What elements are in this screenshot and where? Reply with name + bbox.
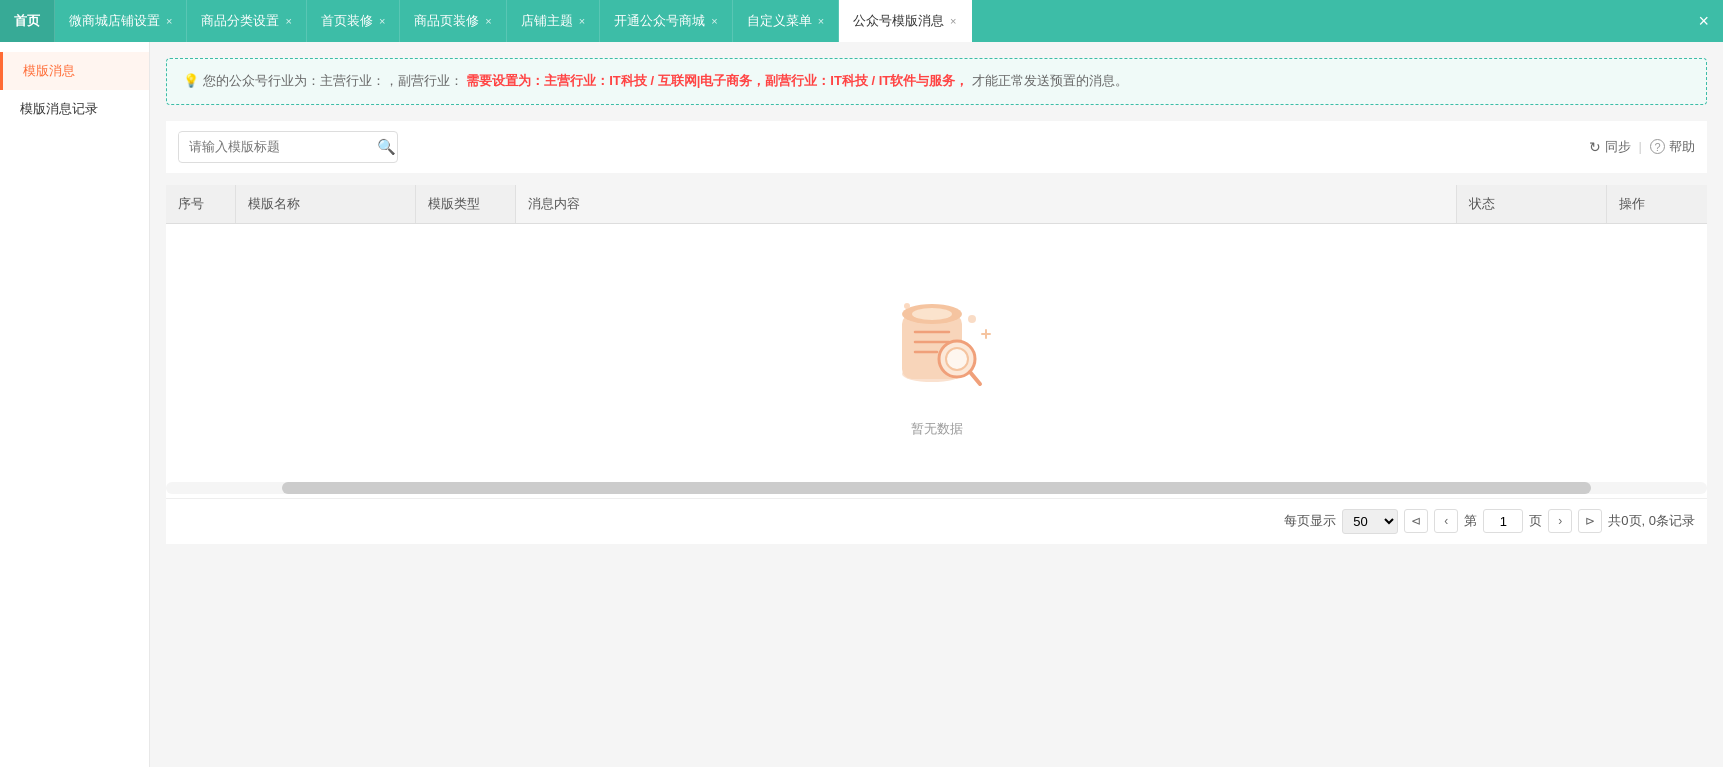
help-button[interactable]: ? 帮助 (1650, 138, 1695, 156)
nav-tab-homepage-decor[interactable]: 首页装修 × (307, 0, 400, 42)
svg-line-9 (970, 372, 980, 384)
nav-tab-product-label: 商品页装修 (414, 12, 479, 30)
empty-state: 暂无数据 (166, 224, 1707, 478)
page-label-after: 页 (1529, 512, 1542, 530)
sidebar-item-template-msg[interactable]: 模版消息 (0, 52, 149, 90)
next-page-icon: › (1558, 514, 1562, 528)
notice-text-after: 才能正常发送预置的消息。 (972, 73, 1128, 88)
prev-page-button[interactable]: ‹ (1434, 509, 1458, 533)
nav-tab-template-message[interactable]: 公众号模版消息 × (839, 0, 971, 42)
horizontal-scrollbar[interactable] (166, 482, 1707, 494)
nav-tab-home-label: 首页 (14, 12, 40, 30)
nav-tab-shop-settings[interactable]: 微商城店铺设置 × (55, 0, 187, 42)
nav-tab-category-settings[interactable]: 商品分类设置 × (187, 0, 306, 42)
close-wechat-shop-icon[interactable]: × (711, 15, 717, 27)
last-page-button[interactable]: ⊳ (1578, 509, 1602, 533)
total-info: 共0页, 0条记录 (1608, 512, 1695, 530)
help-label: 帮助 (1669, 138, 1695, 156)
divider: | (1639, 139, 1642, 154)
th-content: 消息内容 (516, 185, 1457, 223)
close-template-message-icon[interactable]: × (950, 15, 956, 27)
empty-text: 暂无数据 (911, 420, 963, 438)
sync-label: 同步 (1605, 138, 1631, 156)
nav-tab-category-label: 商品分类设置 (201, 12, 279, 30)
th-name: 模版名称 (236, 185, 416, 223)
empty-illustration (877, 284, 997, 404)
page-size-label: 每页显示 (1284, 512, 1336, 530)
notice-text-before: 您的公众号行业为：主营行业：，副营行业： (203, 73, 463, 88)
notice-highlight: 需要设置为：主营行业：IT科技 / 互联网|电子商务，副营行业：IT科技 / I… (466, 73, 968, 88)
search-bar: 🔍 ↻ 同步 | ? 帮助 (166, 121, 1707, 173)
close-shop-settings-icon[interactable]: × (166, 15, 172, 27)
page-size-select[interactable]: 50 20 100 (1342, 509, 1398, 534)
search-icon: 🔍 (377, 138, 396, 155)
svg-point-11 (968, 315, 976, 323)
search-button[interactable]: 🔍 (367, 132, 398, 162)
close-all-button[interactable]: × (1684, 0, 1723, 42)
main-layout: 模版消息 模版消息记录 💡 您的公众号行业为：主营行业：，副营行业： 需要设置为… (0, 42, 1723, 767)
help-icon: ? (1650, 139, 1665, 154)
nav-tab-template-msg-label: 公众号模版消息 (853, 12, 944, 30)
svg-point-3 (912, 308, 952, 320)
nav-tab-shop-theme[interactable]: 店铺主题 × (507, 0, 600, 42)
search-input[interactable] (179, 133, 367, 160)
nav-tab-wechat-shop-label: 开通公众号商城 (614, 12, 705, 30)
nav-tab-open-wechat-shop[interactable]: 开通公众号商城 × (600, 0, 732, 42)
sidebar-item-template-msg-label: 模版消息 (23, 63, 75, 78)
close-shop-theme-icon[interactable]: × (579, 15, 585, 27)
sidebar-item-template-record-label: 模版消息记录 (20, 101, 98, 116)
th-action: 操作 (1607, 185, 1707, 223)
content-area: 💡 您的公众号行业为：主营行业：，副营行业： 需要设置为：主营行业：IT科技 /… (150, 42, 1723, 767)
svg-point-8 (946, 348, 968, 370)
notice-icon: 💡 (183, 73, 199, 88)
sidebar-item-template-msg-record[interactable]: 模版消息记录 (0, 90, 149, 128)
th-type: 模版类型 (416, 185, 516, 223)
close-custom-menu-icon[interactable]: × (818, 15, 824, 27)
nav-tab-custom-menu-label: 自定义菜单 (747, 12, 812, 30)
first-page-icon: ⊲ (1411, 514, 1421, 528)
table-header: 序号 模版名称 模版类型 消息内容 状态 操作 (166, 185, 1707, 224)
pagination: 每页显示 50 20 100 ⊲ ‹ 第 页 › (166, 498, 1707, 544)
close-category-icon[interactable]: × (285, 15, 291, 27)
nav-tab-product-decor[interactable]: 商品页装修 × (400, 0, 506, 42)
search-actions: ↻ 同步 | ? 帮助 (1589, 138, 1695, 156)
scrollbar-thumb[interactable] (282, 482, 1592, 494)
sync-button[interactable]: ↻ 同步 (1589, 138, 1631, 156)
sidebar: 模版消息 模版消息记录 (0, 42, 150, 767)
search-input-container: 🔍 (178, 131, 398, 163)
nav-tab-homepage-label: 首页装修 (321, 12, 373, 30)
nav-tab-custom-menu[interactable]: 自定义菜单 × (733, 0, 839, 42)
prev-page-icon: ‹ (1444, 514, 1448, 528)
first-page-button[interactable]: ⊲ (1404, 509, 1428, 533)
sync-icon: ↻ (1589, 139, 1601, 155)
nav-tab-shop-theme-label: 店铺主题 (521, 12, 573, 30)
top-nav: 首页 微商城店铺设置 × 商品分类设置 × 首页装修 × 商品页装修 × 店铺主… (0, 0, 1723, 42)
close-product-icon[interactable]: × (485, 15, 491, 27)
last-page-icon: ⊳ (1585, 514, 1595, 528)
page-number-input[interactable] (1483, 509, 1523, 533)
next-page-button[interactable]: › (1548, 509, 1572, 533)
svg-point-10 (904, 303, 910, 309)
page-label-before: 第 (1464, 512, 1477, 530)
close-homepage-icon[interactable]: × (379, 15, 385, 27)
nav-tab-shop-settings-label: 微商城店铺设置 (69, 12, 160, 30)
th-status: 状态 (1457, 185, 1607, 223)
notice-box: 💡 您的公众号行业为：主营行业：，副营行业： 需要设置为：主营行业：IT科技 /… (166, 58, 1707, 105)
nav-tab-home[interactable]: 首页 (0, 0, 55, 42)
table-container: 序号 模版名称 模版类型 消息内容 状态 操作 (166, 185, 1707, 544)
th-seq: 序号 (166, 185, 236, 223)
